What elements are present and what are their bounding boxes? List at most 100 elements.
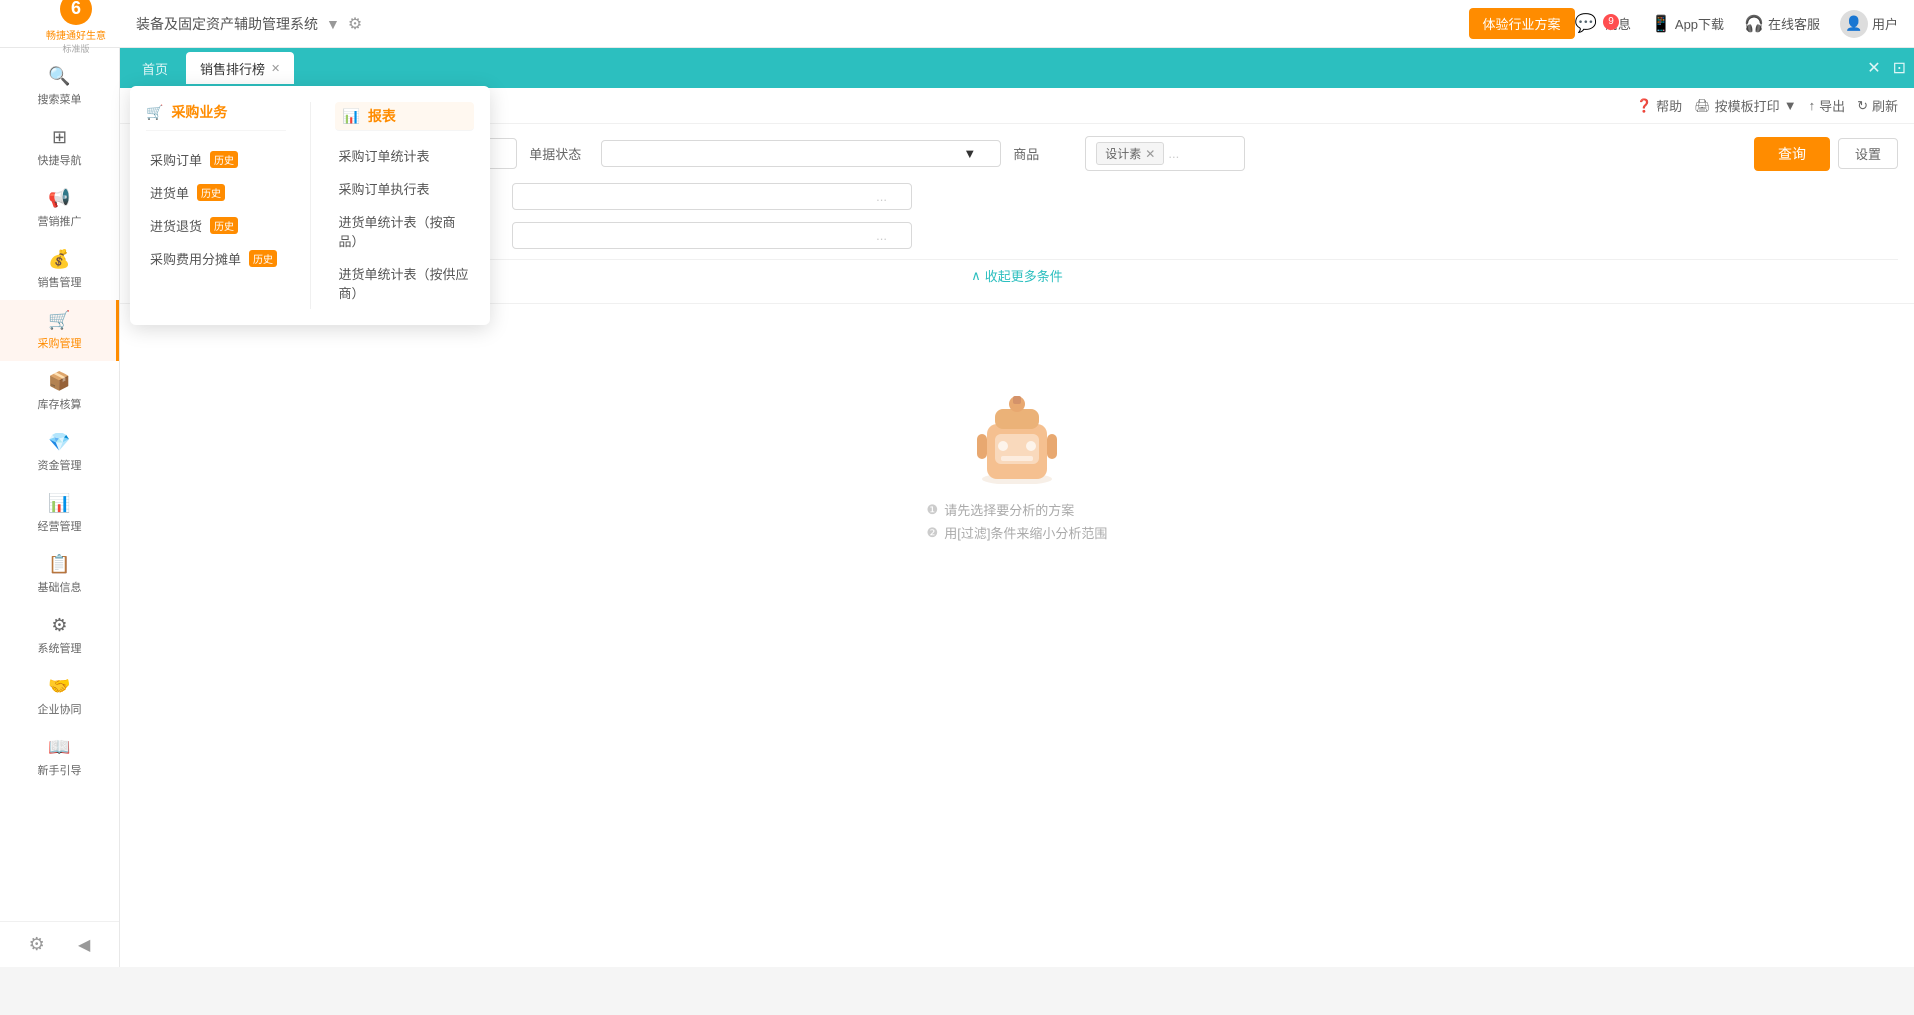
megaphone-icon: 📢 [48,188,70,209]
sidebar-label-inventory: 库存核算 [38,396,82,412]
tab-close-all-icon[interactable]: ✕ [1867,58,1880,78]
money-icon: 💰 [48,249,70,270]
menu-item-return[interactable]: 进货退货 历史 [146,209,286,242]
system-title-area: 装备及固定资产辅助管理系统 ▼ ⚙ [136,14,1469,34]
menu-item-po-stats[interactable]: 采购订单统计表 [335,139,475,172]
cart-icon: 🛒 [48,310,70,331]
empty-illustration [957,384,1077,484]
sidebar-item-system[interactable]: ⚙ 系统管理 [0,605,119,666]
menu-item-purchase-order[interactable]: 采购订单 历史 [146,143,286,176]
tip-item-1: ❶ 请先选择要分析的方案 [927,500,1108,519]
help-btn[interactable]: ❓ 帮助 [1636,96,1682,115]
sidebar-label-finance: 资金管理 [38,457,82,473]
query-btn[interactable]: 查询 [1754,137,1830,171]
tab-right-icons: ✕ ⊡ [1867,58,1906,78]
sidebar-label-guide: 新手引导 [38,762,82,778]
system-settings-icon[interactable]: ⚙ [348,14,362,34]
menu-item-receiving-stats-supplier[interactable]: 进货单统计表（按供应商） [335,257,475,309]
history-badge-2: 历史 [197,184,225,201]
sidebar-item-finance[interactable]: 💎 资金管理 [0,422,119,483]
grid-icon: ⊞ [52,127,67,148]
system-dropdown-icon[interactable]: ▼ [326,16,340,32]
search-icon: 🔍 [48,66,70,87]
goods-input[interactable]: 设计素 ✕ ... [1085,136,1245,171]
return-label: 进货退货 [150,216,202,235]
app-download-item[interactable]: 📱 App下载 [1651,14,1724,34]
tab-sales-ranking[interactable]: 销售排行榜 ✕ [186,52,294,84]
report-section-icon: 📊 [343,108,360,125]
menu-item-expense[interactable]: 采购费用分摊单 历史 [146,242,286,275]
sidebar-label-system: 系统管理 [38,640,82,656]
industry-btn[interactable]: 体验行业方案 [1469,8,1575,39]
purchase-dropdown-menu: 🛒 采购业务 采购订单 历史 进货单 历史 进货退货 历史 采购费用分摊单 历史… [130,86,490,325]
user-item[interactable]: 👤 用户 [1840,10,1898,38]
sidebar-item-marketing[interactable]: 📢 营销推广 [0,178,119,239]
menu-item-receiving-stats-product[interactable]: 进货单统计表（按商品） [335,205,475,257]
export-btn[interactable]: ↑ 导出 [1809,96,1846,115]
export-icon: ↑ [1809,98,1816,113]
empty-state: ❶ 请先选择要分析的方案 ❷ 用[过滤]条件来缩小分析范围 [120,304,1914,626]
book-icon: 📖 [48,737,70,758]
po-execution-label: 采购订单执行表 [339,179,430,198]
sidebar-label-enterprise: 企业协同 [38,701,82,717]
online-service-label: 在线客服 [1768,14,1820,33]
help-icon: ❓ [1636,98,1652,114]
sidebar-item-guide[interactable]: 📖 新手引导 [0,727,119,788]
sidebar-item-sales[interactable]: 💰 销售管理 [0,239,119,300]
action-buttons: 查询 设置 [1754,137,1898,171]
receiving-stats-supplier-label: 进货单统计表（按供应商） [339,264,471,302]
sidebar-label-search: 搜索菜单 [38,91,82,107]
bottom-settings-icon[interactable]: ⚙ [29,934,45,955]
sidebar-item-inventory[interactable]: 📦 库存核算 [0,361,119,422]
empty-tips: ❶ 请先选择要分析的方案 ❷ 用[过滤]条件来缩小分析范围 [927,496,1108,546]
menu-item-receiving[interactable]: 进货单 历史 [146,176,286,209]
print-dropdown-icon: ▼ [1784,98,1797,113]
goods-label: 商品 [1013,144,1073,163]
refresh-btn[interactable]: ↻ 刷新 [1857,96,1898,115]
brand-name: 畅捷通好生意 标准版 [46,27,106,55]
doc-status-select[interactable]: ▼ [601,140,1001,167]
sidebar-label-purchase: 采购管理 [38,335,82,351]
sidebar-item-purchase[interactable]: 🛒 采购管理 [0,300,119,361]
sidebar-label-marketing: 营销推广 [38,213,82,229]
purchase-section-title: 🛒 采购业务 [146,102,286,131]
sidebar-collapse-icon[interactable]: ◀ [78,935,90,955]
online-service-item[interactable]: 🎧 在线客服 [1744,14,1820,34]
message-badge: 9 [1603,14,1619,30]
tab-home[interactable]: 首页 [128,52,182,84]
history-badge-1: 历史 [210,151,238,168]
menu-item-po-execution[interactable]: 采购订单执行表 [335,172,475,205]
chart-icon: 📊 [48,493,70,514]
print-icon: 🖨 [1694,98,1711,114]
tab-close-icon[interactable]: ✕ [271,62,280,75]
message-item[interactable]: 💬 9 消息 [1575,13,1631,34]
more-dots: ... [1168,146,1179,161]
customer-select[interactable]: ... [512,222,912,249]
more-dots-3: ... [876,228,887,243]
tab-sales-ranking-label: 销售排行榜 [200,59,265,78]
report-section-title: 📊 报表 [335,102,475,131]
sidebar-label-quick-nav: 快捷导航 [38,152,82,168]
sidebar-item-search[interactable]: 🔍 搜索菜单 [0,56,119,117]
sidebar-item-quick-nav[interactable]: ⊞ 快捷导航 [0,117,119,178]
goods-tag-close[interactable]: ✕ [1145,147,1155,161]
print-btn[interactable]: 🖨 按模板打印 ▼ [1694,96,1796,115]
sidebar-item-basic-info[interactable]: 📋 基础信息 [0,544,119,605]
sidebar: 🔍 搜索菜单 ⊞ 快捷导航 📢 营销推广 💰 销售管理 🛒 采购管理 📦 库存核… [0,48,120,967]
tab-restore-icon[interactable]: ⊡ [1893,58,1906,78]
system-title-text: 装备及固定资产辅助管理系统 [136,14,318,34]
user-label: 用户 [1872,14,1898,33]
history-badge-4: 历史 [249,250,277,267]
mobile-icon: 📱 [1651,14,1671,34]
doc-status-chevron: ▼ [963,146,976,161]
logo-icon: 6 [60,0,92,25]
sidebar-item-operations[interactable]: 📊 经营管理 [0,483,119,544]
sidebar-label-basic-info: 基础信息 [38,579,82,595]
salesperson-select[interactable]: ... [512,183,912,210]
sidebar-item-enterprise[interactable]: 🤝 企业协同 [0,666,119,727]
expense-label: 采购费用分摊单 [150,249,241,268]
purchase-section-icon: 🛒 [146,104,163,121]
list-icon: 📋 [48,554,70,575]
settings-btn[interactable]: 设置 [1838,138,1898,169]
sidebar-label-operations: 经营管理 [38,518,82,534]
